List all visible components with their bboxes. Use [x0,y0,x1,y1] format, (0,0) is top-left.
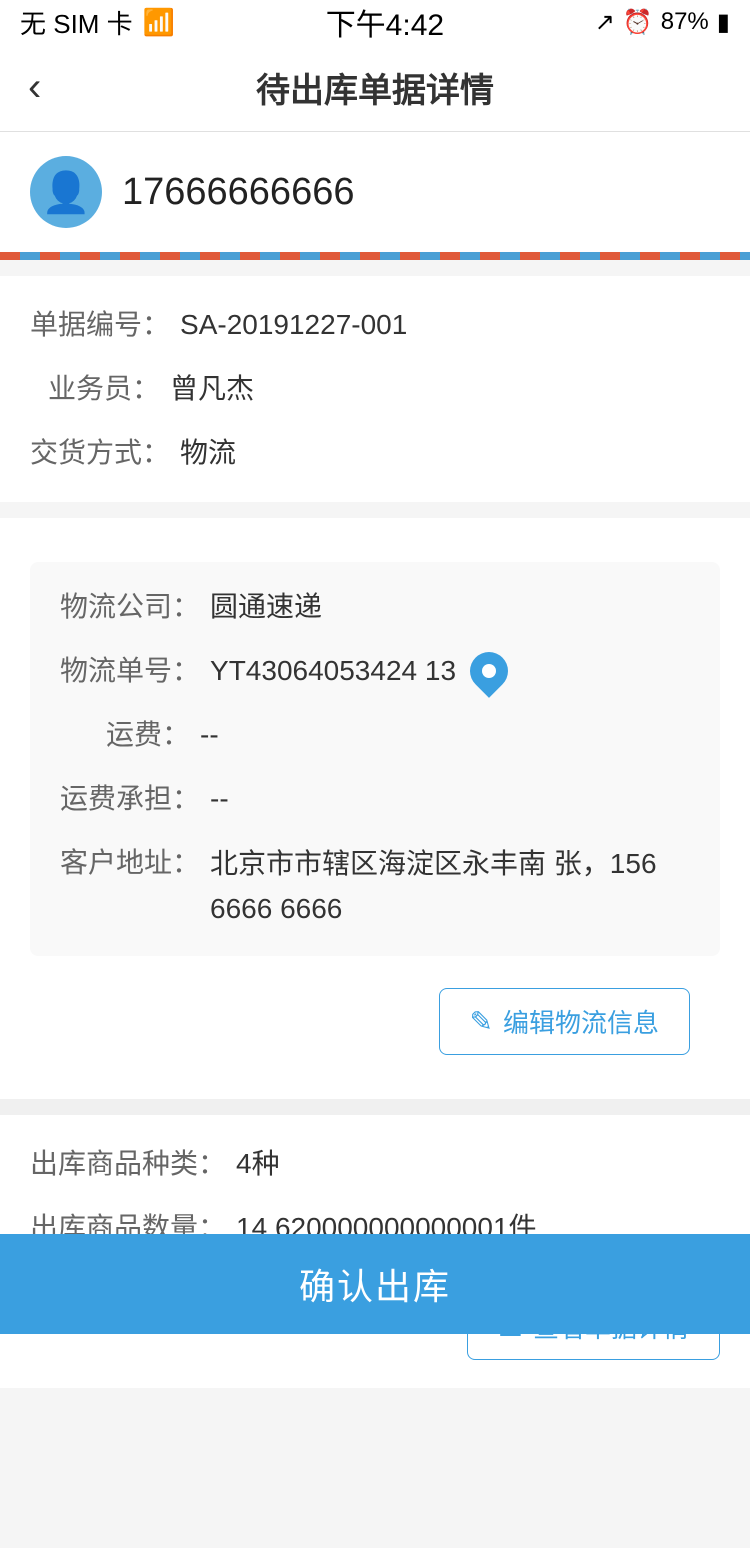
logistics-card: 物流公司： 圆通速递 物流单号： YT43064053424 13 运费： --… [30,562,720,956]
goods-types-row: 出库商品种类： 4种 [30,1143,720,1185]
location-icon: ↗ [595,8,615,37]
status-right: ↗ ⏰ 87% ▮ [595,8,730,37]
freight-bearer-row: 运费承担： -- [60,778,690,820]
battery-text: 87% [661,8,709,36]
address-value: 北京市市辖区海淀区永丰南 张，156 6666 6666 [210,842,690,932]
freight-value: -- [200,714,690,756]
confirm-btn-container[interactable]: 确认出库 [0,1234,750,1334]
order-info-section: 单据编号： SA-20191227-001 业务员： 曾凡杰 交货方式： 物流 [0,276,750,502]
user-icon: 👤 [41,169,91,216]
alarm-icon: ⏰ [623,8,653,37]
address-label: 客户地址： [60,842,210,884]
avatar: 👤 [30,156,102,228]
edit-icon: ✎ [470,1005,493,1038]
delivery-method-row: 交货方式： 物流 [30,432,720,474]
edit-btn-container: ✎ 编辑物流信息 [30,972,720,1071]
wifi-icon: 📶 [143,7,175,38]
sales-person-value: 曾凡杰 [170,368,720,410]
sales-person-label: 业务员： [30,368,170,410]
logistics-company-row: 物流公司： 圆通速递 [60,586,690,628]
user-phone: 17666666666 [122,171,354,214]
goods-types-label: 出库商品种类： [30,1143,236,1185]
freight-label: 运费： [60,714,200,756]
logistics-company-value: 圆通速递 [210,586,690,628]
tracking-no-value: YT43064053424 13 [210,650,690,692]
address-row: 客户地址： 北京市市辖区海淀区永丰南 张，156 6666 6666 [60,842,690,932]
user-header: 👤 17666666666 [0,132,750,252]
tracking-no-text: YT43064053424 13 [210,650,456,692]
delivery-method-value: 物流 [180,432,720,474]
freight-bearer-value: -- [210,778,690,820]
tracking-no-row: 物流单号： YT43064053424 13 [60,650,690,692]
sales-person-row: 业务员： 曾凡杰 [30,368,720,410]
section-separator [0,1099,750,1115]
dashed-divider [0,252,750,260]
order-no-row: 单据编号： SA-20191227-001 [30,304,720,346]
delivery-method-label: 交货方式： [30,432,180,474]
bottom-spacer [0,1388,750,1548]
freight-bearer-label: 运费承担： [60,778,210,820]
edit-logistics-button[interactable]: ✎ 编辑物流信息 [439,988,690,1055]
order-no-label: 单据编号： [30,304,180,346]
order-no-value: SA-20191227-001 [180,304,720,346]
nav-bar: ‹ 待出库单据详情 [0,44,750,132]
confirm-btn-text: 确认出库 [299,1258,451,1310]
carrier-text: 无 SIM 卡 [20,4,133,41]
goods-types-value: 4种 [236,1143,720,1185]
page-title: 待出库单据详情 [256,63,494,112]
status-bar: 无 SIM 卡 📶 下午4:42 ↗ ⏰ 87% ▮ [0,0,750,44]
logistics-section: 物流公司： 圆通速递 物流单号： YT43064053424 13 运费： --… [0,518,750,1099]
edit-btn-label: 编辑物流信息 [503,1003,659,1040]
status-left: 无 SIM 卡 📶 [20,4,175,41]
freight-row: 运费： -- [60,714,690,756]
logistics-company-label: 物流公司： [60,586,210,628]
battery-icon: ▮ [717,8,730,37]
tracking-no-label: 物流单号： [60,650,210,692]
back-button[interactable]: ‹ [28,65,41,110]
status-time: 下午4:42 [326,0,444,44]
location-pin-icon[interactable] [462,644,516,698]
